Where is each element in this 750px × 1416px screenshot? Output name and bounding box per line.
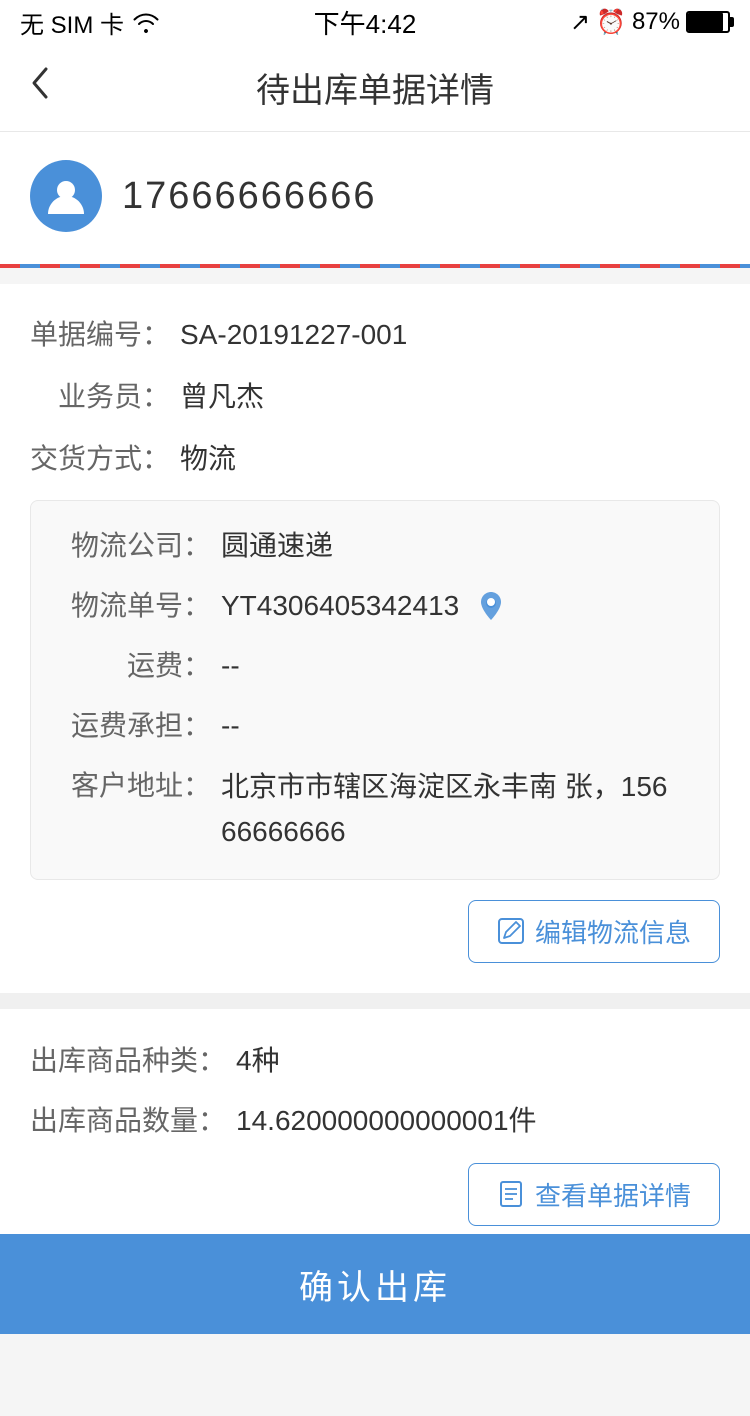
tracking-number-row: 物流单号： YT4306405342413: [61, 585, 689, 627]
dashed-divider: [0, 260, 750, 268]
document-number-value: SA-20191227-001: [180, 314, 720, 356]
goods-types-value: 4种: [236, 1039, 280, 1079]
salesperson-label: 业务员：: [30, 376, 170, 418]
goods-quantity-row: 出库商品数量： 14.620000000000001件: [30, 1099, 720, 1139]
user-icon: [44, 174, 88, 218]
view-detail-label: 查看单据详情: [535, 1176, 691, 1213]
delivery-method-value: 物流: [180, 438, 720, 480]
document-icon: [497, 1180, 525, 1208]
view-detail-button-container: 查看单据详情: [30, 1163, 720, 1226]
content-area: 17666666666 单据编号： SA-20191227-001 业务员： 曾…: [0, 132, 750, 1416]
delivery-method-label: 交货方式：: [30, 438, 170, 480]
delivery-method-row: 交货方式： 物流: [30, 438, 720, 480]
freight-label: 运费：: [61, 645, 211, 687]
goods-types-row: 出库商品种类： 4种: [30, 1039, 720, 1079]
bottom-bar[interactable]: 确认出库: [0, 1234, 750, 1334]
goods-section: 出库商品种类： 4种 出库商品数量： 14.620000000000001件 查…: [0, 1009, 750, 1256]
freight-bear-value: --: [221, 705, 689, 747]
freight-row: 运费： --: [61, 645, 689, 687]
customer-phone: 17666666666: [122, 175, 376, 218]
logistics-company-row: 物流公司： 圆通速递: [61, 525, 689, 567]
location-pin-icon[interactable]: [473, 588, 509, 624]
tracking-number-value: YT4306405342413: [221, 585, 689, 627]
edit-logistics-button[interactable]: 编辑物流信息: [468, 900, 720, 963]
goods-quantity-label: 出库商品数量：: [30, 1099, 226, 1139]
status-bar: 无 SIM 卡 下午4:42 ↗ ⏰ 87%: [0, 0, 750, 44]
address-value: 北京市市辖区海淀区永丰南 张，156 66666666: [221, 765, 689, 855]
customer-header: 17666666666: [0, 132, 750, 260]
logistics-card: 物流公司： 圆通速递 物流单号： YT4306405342413 运费： --: [30, 500, 720, 880]
freight-bear-label: 运费承担：: [61, 705, 211, 747]
edit-logistics-button-container: 编辑物流信息: [30, 900, 720, 963]
edit-icon: [497, 917, 525, 945]
order-info-section: 单据编号： SA-20191227-001 业务员： 曾凡杰 交货方式： 物流 …: [0, 284, 750, 993]
salesperson-value: 曾凡杰: [180, 376, 720, 418]
goods-quantity-value: 14.620000000000001件: [236, 1099, 537, 1139]
status-time: 下午4:42: [314, 4, 417, 41]
logistics-company-label: 物流公司：: [61, 525, 211, 567]
location-status-icon: ↗: [570, 8, 590, 37]
confirm-button-label: 确认出库: [299, 1260, 451, 1309]
battery-percentage: 87%: [632, 8, 680, 36]
document-number-row: 单据编号： SA-20191227-001: [30, 314, 720, 356]
battery-icon: [686, 11, 730, 33]
address-label: 客户地址：: [61, 765, 211, 807]
address-row: 客户地址： 北京市市辖区海淀区永丰南 张，156 66666666: [61, 765, 689, 855]
carrier-text: 无 SIM 卡: [20, 5, 124, 40]
document-number-label: 单据编号：: [30, 314, 170, 356]
logistics-company-value: 圆通速递: [221, 525, 689, 567]
wifi-icon: [132, 11, 160, 33]
avatar: [30, 160, 102, 232]
section-separator: [0, 993, 750, 1009]
back-button[interactable]: [28, 63, 52, 112]
edit-logistics-label: 编辑物流信息: [535, 913, 691, 950]
salesperson-row: 业务员： 曾凡杰: [30, 376, 720, 418]
freight-bear-row: 运费承担： --: [61, 705, 689, 747]
nav-bar: 待出库单据详情: [0, 44, 750, 132]
freight-value: --: [221, 645, 689, 687]
view-detail-button[interactable]: 查看单据详情: [468, 1163, 720, 1226]
tracking-number-label: 物流单号：: [61, 585, 211, 627]
status-left: 无 SIM 卡: [20, 5, 160, 40]
page-title: 待出库单据详情: [256, 63, 494, 112]
status-right: ↗ ⏰ 87%: [570, 8, 730, 37]
goods-types-label: 出库商品种类：: [30, 1039, 226, 1079]
alarm-icon: ⏰: [596, 8, 626, 37]
